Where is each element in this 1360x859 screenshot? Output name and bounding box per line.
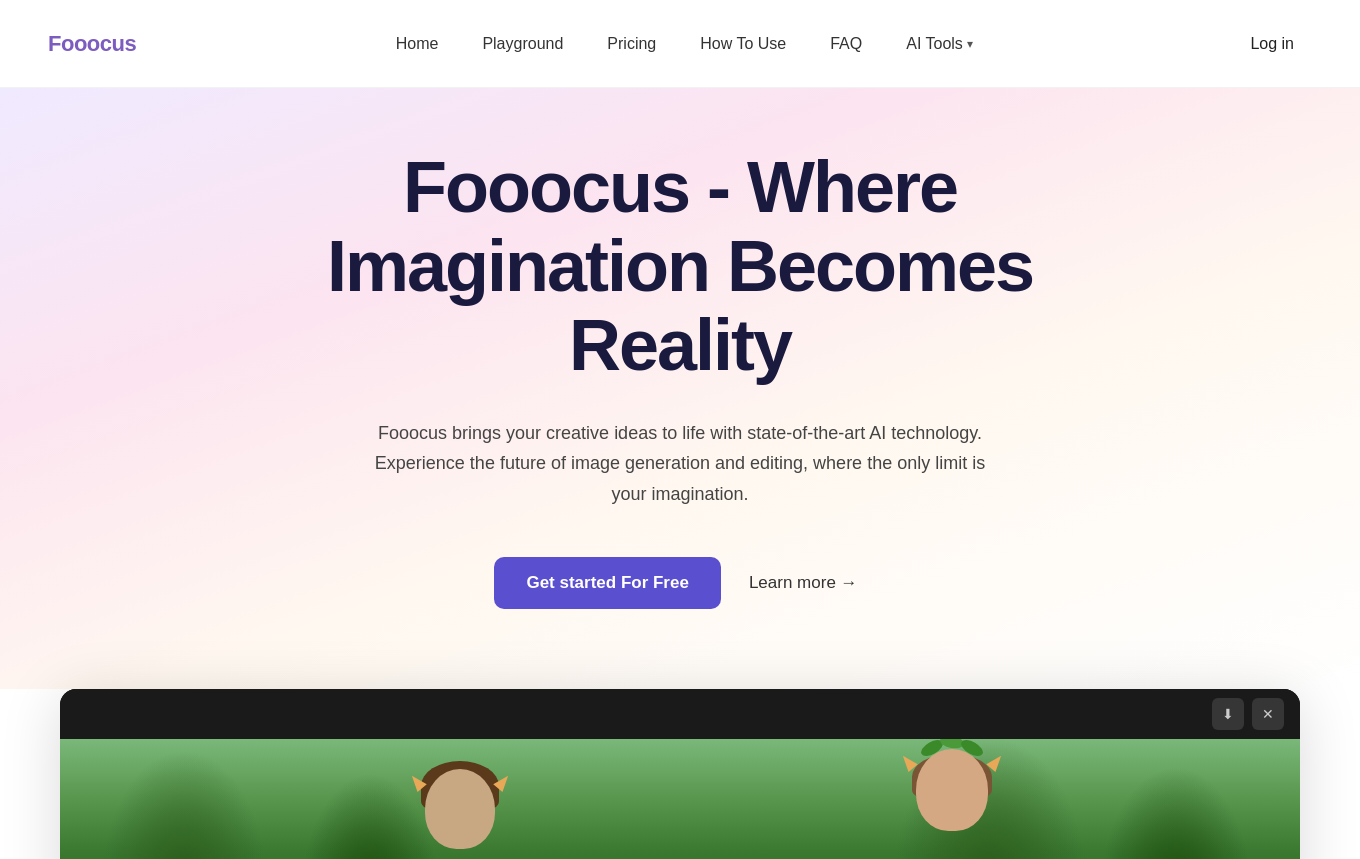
preview-container: ⬇ ✕: [60, 689, 1300, 859]
forest-background: [60, 739, 1300, 859]
preview-image: [60, 739, 1300, 859]
elf-scene: [60, 739, 1300, 859]
get-started-button[interactable]: Get started For Free: [494, 557, 721, 609]
hero-buttons: Get started For Free Learn more →: [494, 557, 865, 609]
hero-section: Fooocus - Where Imagination Becomes Real…: [0, 88, 1360, 689]
learn-more-button[interactable]: Learn more →: [741, 557, 866, 609]
hero-subtitle: Fooocus brings your creative ideas to li…: [370, 418, 990, 510]
elf-right: [852, 749, 1052, 859]
nav-ai-tools[interactable]: AI Tools ▾: [888, 27, 991, 61]
header: Fooocus Home Playground Pricing How To U…: [0, 0, 1360, 88]
logo[interactable]: Fooocus: [48, 31, 136, 57]
nav-faq[interactable]: FAQ: [812, 27, 880, 61]
nav-how-to-use[interactable]: How To Use: [682, 27, 804, 61]
preview-toolbar: ⬇ ✕: [60, 689, 1300, 739]
hero-title: Fooocus - Where Imagination Becomes Real…: [230, 148, 1130, 386]
main-nav: Home Playground Pricing How To Use FAQ A…: [378, 27, 991, 61]
preview-section: ⬇ ✕: [0, 689, 1360, 859]
elf-left: [370, 769, 550, 859]
login-link[interactable]: Log in: [1232, 27, 1312, 61]
elf-right-head: [916, 749, 988, 831]
nav-pricing[interactable]: Pricing: [589, 27, 674, 61]
elf-left-head: [425, 769, 495, 849]
nav-playground[interactable]: Playground: [464, 27, 581, 61]
download-button[interactable]: ⬇: [1212, 698, 1244, 730]
nav-home[interactable]: Home: [378, 27, 457, 61]
close-button[interactable]: ✕: [1252, 698, 1284, 730]
chevron-down-icon: ▾: [967, 37, 973, 51]
